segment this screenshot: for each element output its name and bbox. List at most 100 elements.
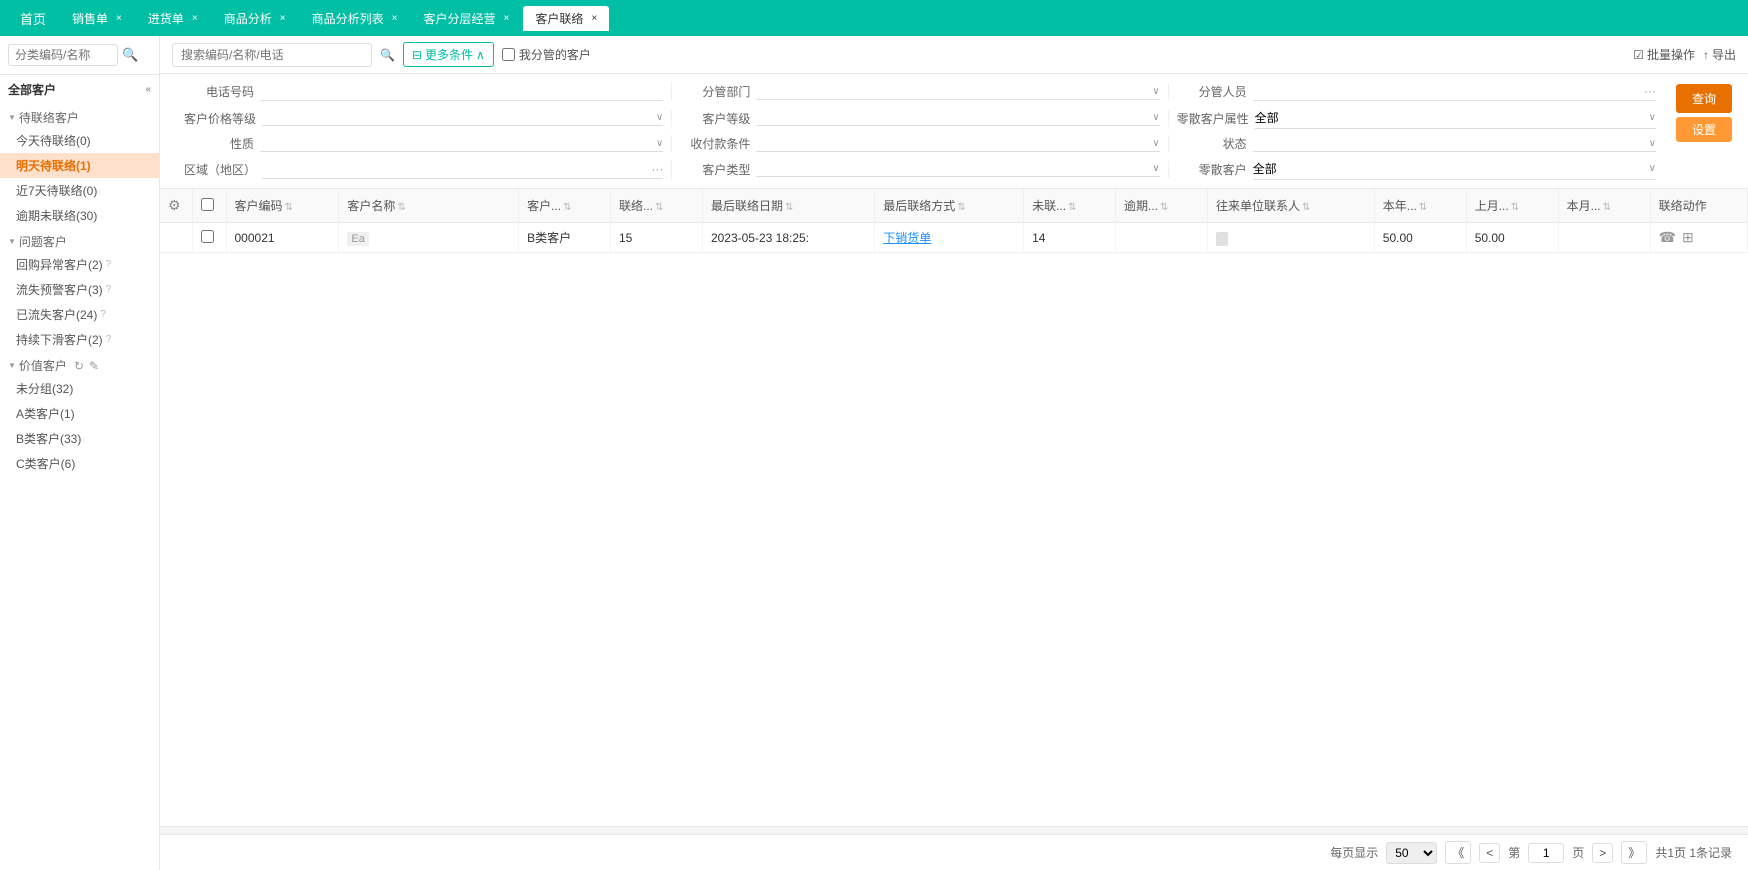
first-page-button[interactable]: 《	[1445, 841, 1471, 864]
close-icon[interactable]: ×	[116, 13, 122, 24]
sidebar-search-input[interactable]	[8, 44, 118, 66]
sort-icon: ⇅	[285, 202, 293, 213]
sidebar-item-today[interactable]: 今天待联络(0)	[0, 128, 159, 153]
export-button[interactable]: ↑ 导出	[1703, 46, 1736, 63]
search-icon[interactable]: 🔍	[380, 48, 395, 62]
sidebar-search-icon[interactable]: 🔍	[122, 47, 138, 63]
filter-buttons: 查询 设置	[1664, 82, 1732, 142]
retail-value: 全部	[1253, 160, 1277, 177]
sidebar-all-customers[interactable]: 全部客户 «	[0, 75, 159, 104]
filter-nature: 性质 ∨	[176, 135, 672, 152]
sort-icon: ⇅	[1302, 202, 1310, 213]
nav-item-analysis[interactable]: 商品分析 ×	[212, 6, 298, 31]
th-no-contact[interactable]: 未联...⇅	[1024, 189, 1116, 223]
last-page-button[interactable]: 》	[1621, 841, 1647, 864]
chevron-down-icon[interactable]: ∨	[1152, 112, 1159, 123]
close-icon[interactable]: ×	[591, 13, 597, 24]
main-layout: 🔍 全部客户 « ▼ 待联络客户 今天待联络(0) 明天待联络(1) 近7天待联…	[0, 36, 1748, 870]
next-page-button[interactable]: >	[1592, 843, 1613, 863]
help-icon: ?	[106, 259, 112, 270]
chevron-down-icon[interactable]: ∨	[1649, 112, 1656, 123]
th-overdue[interactable]: 逾期...⇅	[1116, 189, 1208, 223]
chevron-down-icon[interactable]: ∨	[656, 112, 663, 123]
my-customers-checkbox[interactable]: 我分管的客户	[502, 46, 591, 63]
sidebar-item-class-b[interactable]: B类客户(33)	[0, 426, 159, 451]
total-records-label: 共1页 1条记录	[1655, 844, 1732, 861]
th-last-date[interactable]: 最后联络日期⇅	[702, 189, 874, 223]
page-number-input[interactable]	[1528, 843, 1564, 863]
horizontal-scroll-bar[interactable]	[160, 826, 1748, 834]
close-icon[interactable]: ×	[192, 13, 198, 24]
sidebar-group-pending[interactable]: ▼ 待联络客户	[0, 104, 159, 128]
th-this-month[interactable]: 本月...⇅	[1558, 189, 1650, 223]
chevron-down-icon[interactable]: ∨	[1152, 163, 1159, 174]
th-last-method[interactable]: 最后联络方式⇅	[875, 189, 1024, 223]
th-contact-count[interactable]: 联络...⇅	[611, 189, 703, 223]
triangle-icon: ▼	[8, 237, 16, 246]
grid-action-icon[interactable]: ⊞	[1682, 229, 1694, 246]
chevron-down-icon[interactable]: ∨	[656, 138, 663, 149]
sidebar-item-class-a[interactable]: A类客户(1)	[0, 401, 159, 426]
chevron-down-icon[interactable]: ∨	[1649, 163, 1656, 174]
td-last-month: 50.00	[1466, 223, 1558, 253]
sidebar-item-churn-warning[interactable]: 流失预警客户(3) ?	[0, 277, 159, 302]
nav-item-sales[interactable]: 销售单 ×	[60, 6, 134, 31]
th-checkbox[interactable]	[192, 189, 226, 223]
setting-button[interactable]: 设置	[1676, 117, 1732, 142]
th-gear[interactable]: ⚙	[160, 189, 192, 223]
sidebar-group-value[interactable]: ▼ 价值客户 ↻ ✎	[0, 352, 159, 376]
sidebar-item-churned[interactable]: 已流失客户(24) ?	[0, 302, 159, 327]
sort-icon: ⇅	[655, 202, 663, 213]
phone-action-icon[interactable]: ☎	[1659, 229, 1676, 246]
dots-icon[interactable]: ···	[651, 162, 663, 176]
select-all-checkbox[interactable]	[201, 198, 214, 211]
close-icon[interactable]: ×	[280, 13, 286, 24]
query-button[interactable]: 查询	[1676, 84, 1732, 113]
nav-item-analysis-list[interactable]: 商品分析列表 ×	[300, 6, 410, 31]
sidebar-item-overdue[interactable]: 逾期未联络(30)	[0, 203, 159, 228]
sidebar-search-area: 🔍	[0, 36, 159, 75]
th-last-month[interactable]: 上月...⇅	[1466, 189, 1558, 223]
edit-icon[interactable]: ✎	[89, 359, 99, 373]
triangle-icon: ▼	[8, 361, 16, 370]
th-contact-person[interactable]: 往来单位联系人⇅	[1207, 189, 1374, 223]
sidebar-item-ungrouped[interactable]: 未分组(32)	[0, 376, 159, 401]
sidebar-item-repurchase-anomaly[interactable]: 回购异常客户(2) ?	[0, 252, 159, 277]
sidebar-item-class-c[interactable]: C类客户(6)	[0, 451, 159, 476]
sidebar-item-declining[interactable]: 持续下滑客户(2) ?	[0, 327, 159, 352]
nav-home[interactable]: 首页	[8, 5, 58, 32]
th-name[interactable]: 客户名称⇅	[339, 189, 519, 223]
row-checkbox[interactable]	[201, 230, 214, 243]
chevron-down-icon[interactable]: ∨	[1152, 138, 1159, 149]
th-code[interactable]: 客户编码⇅	[226, 189, 339, 223]
nav-item-customer-tier[interactable]: 客户分层经营 ×	[411, 6, 521, 31]
filter-price-level: 客户价格等级 ∨	[176, 110, 672, 127]
nav-item-purchase[interactable]: 进货单 ×	[136, 6, 210, 31]
pagination-bar: 每页显示 50 100 200 《 < 第 页 > 》 共1页 1条记录	[160, 834, 1748, 870]
nav-item-customer-contact[interactable]: 客户联络 ×	[523, 6, 609, 31]
close-icon[interactable]: ×	[503, 13, 509, 24]
batch-op-button[interactable]: ☑ 批量操作	[1633, 46, 1695, 63]
td-action: ☎ ⊞	[1650, 223, 1747, 253]
last-method-link[interactable]: 下销货单	[883, 231, 931, 245]
sort-icon: ⇅	[1419, 202, 1427, 213]
filter-label-nature: 性质	[184, 135, 254, 152]
more-conditions-button[interactable]: ⊟ 更多条件 ∧	[403, 42, 494, 67]
th-type[interactable]: 客户...⇅	[519, 189, 611, 223]
chevron-down-icon[interactable]: ∨	[1649, 138, 1656, 149]
refresh-icon[interactable]: ↻	[74, 359, 84, 373]
phone-input[interactable]	[260, 84, 663, 98]
page-size-select[interactable]: 50 100 200	[1386, 842, 1437, 864]
content-area: 🔍 ⊟ 更多条件 ∧ 我分管的客户 ☑ 批量操作 ↑ 导出	[160, 36, 1748, 870]
sidebar-item-week[interactable]: 近7天待联络(0)	[0, 178, 159, 203]
prev-page-button[interactable]: <	[1479, 843, 1500, 863]
sidebar-item-tomorrow[interactable]: 明天待联络(1)	[0, 153, 159, 178]
search-input[interactable]	[172, 43, 372, 67]
chevron-down-icon[interactable]: ∨	[1152, 86, 1159, 97]
gear-icon[interactable]: ⚙	[168, 197, 181, 213]
th-this-year[interactable]: 本年...⇅	[1374, 189, 1466, 223]
sidebar-group-problem[interactable]: ▼ 问题客户	[0, 228, 159, 252]
close-icon[interactable]: ×	[392, 13, 398, 24]
dots-icon[interactable]: ···	[1644, 84, 1656, 98]
filter-right-actions: ☑ 批量操作 ↑ 导出	[1633, 46, 1736, 63]
